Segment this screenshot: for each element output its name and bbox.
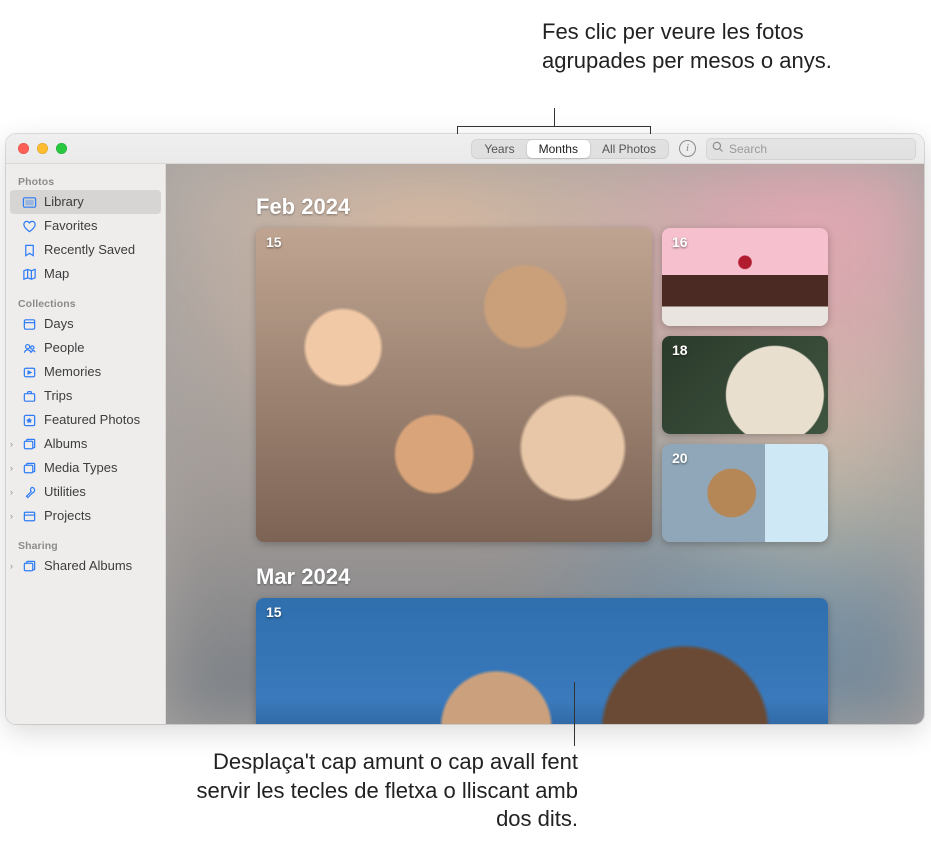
sidebar-item-label: People bbox=[44, 339, 84, 357]
content-area[interactable]: Feb 2024 15 16 18 bbox=[166, 164, 924, 724]
media-types-icon bbox=[22, 461, 37, 476]
sidebar-item-label: Shared Albums bbox=[44, 557, 132, 575]
sidebar-item-label: Trips bbox=[44, 387, 72, 405]
search-input[interactable] bbox=[729, 142, 910, 156]
fullscreen-window-button[interactable] bbox=[56, 143, 67, 154]
callout-text-bottom: Desplaça't cap amunt o cap avall fent se… bbox=[178, 748, 578, 834]
sidebar-item-map[interactable]: Map bbox=[10, 262, 161, 286]
month-grid-feb-2024: 15 16 18 20 bbox=[256, 228, 896, 542]
map-icon bbox=[22, 267, 37, 282]
sidebar-header-collections: Collections bbox=[6, 294, 165, 312]
sidebar-item-people[interactable]: People bbox=[10, 336, 161, 360]
sidebar-item-favorites[interactable]: Favorites bbox=[10, 214, 161, 238]
library-icon bbox=[22, 195, 37, 210]
sidebar-item-label: Albums bbox=[44, 435, 87, 453]
search-field[interactable] bbox=[706, 138, 916, 160]
sidebar-item-label: Days bbox=[44, 315, 74, 333]
month-heading-feb-2024: Feb 2024 bbox=[256, 194, 896, 220]
projects-icon bbox=[22, 509, 37, 524]
info-button[interactable]: i bbox=[679, 140, 696, 157]
sidebar-item-label: Utilities bbox=[44, 483, 86, 501]
sidebar-item-label: Featured Photos bbox=[44, 411, 140, 429]
photo-card[interactable]: 18 bbox=[662, 336, 828, 434]
day-badge: 16 bbox=[672, 234, 688, 250]
sidebar-item-memories[interactable]: Memories bbox=[10, 360, 161, 384]
sidebar: Photos Library Favorites Recently Saved bbox=[6, 164, 166, 724]
chevron-right-icon: › bbox=[10, 459, 13, 477]
photo-card[interactable]: 16 bbox=[662, 228, 828, 326]
albums-icon bbox=[22, 437, 37, 452]
tab-months[interactable]: Months bbox=[527, 140, 590, 158]
close-window-button[interactable] bbox=[18, 143, 29, 154]
sidebar-item-recently-saved[interactable]: Recently Saved bbox=[10, 238, 161, 262]
bookmark-icon bbox=[22, 243, 37, 258]
window-controls bbox=[6, 143, 67, 154]
chevron-right-icon: › bbox=[10, 557, 13, 575]
people-icon bbox=[22, 341, 37, 356]
sidebar-item-projects[interactable]: › Projects bbox=[10, 504, 161, 528]
day-badge: 18 bbox=[672, 342, 688, 358]
view-segmented-control: Years Months All Photos bbox=[471, 139, 669, 159]
heart-icon bbox=[22, 219, 37, 234]
sidebar-item-shared-albums[interactable]: › Shared Albums bbox=[10, 554, 161, 578]
shared-albums-icon bbox=[22, 559, 37, 574]
chevron-right-icon: › bbox=[10, 435, 13, 453]
memories-icon bbox=[22, 365, 37, 380]
search-icon bbox=[712, 140, 724, 158]
month-heading-mar-2024: Mar 2024 bbox=[256, 564, 896, 590]
sidebar-item-label: Media Types bbox=[44, 459, 117, 477]
star-square-icon bbox=[22, 413, 37, 428]
sidebar-item-label: Map bbox=[44, 265, 69, 283]
utilities-icon bbox=[22, 485, 37, 500]
calendar-icon bbox=[22, 317, 37, 332]
minimize-window-button[interactable] bbox=[37, 143, 48, 154]
sidebar-item-label: Favorites bbox=[44, 217, 97, 235]
sidebar-header-sharing: Sharing bbox=[6, 536, 165, 554]
callout-line-bottom bbox=[574, 682, 575, 746]
photo-thumbnail bbox=[256, 228, 652, 542]
sidebar-item-library[interactable]: Library bbox=[10, 190, 161, 214]
callout-text-top: Fes clic per veure les fotos agrupades p… bbox=[542, 18, 882, 75]
sidebar-item-label: Projects bbox=[44, 507, 91, 525]
callout-bracket-top bbox=[457, 108, 651, 136]
sidebar-item-featured[interactable]: Featured Photos bbox=[10, 408, 161, 432]
photo-thumbnail bbox=[256, 598, 828, 724]
tab-all-photos[interactable]: All Photos bbox=[590, 140, 668, 158]
sidebar-item-trips[interactable]: Trips bbox=[10, 384, 161, 408]
sidebar-item-label: Library bbox=[44, 193, 84, 211]
sidebar-item-days[interactable]: Days bbox=[10, 312, 161, 336]
sidebar-item-utilities[interactable]: › Utilities bbox=[10, 480, 161, 504]
tab-years[interactable]: Years bbox=[472, 140, 526, 158]
titlebar: Years Months All Photos i bbox=[6, 134, 924, 164]
photo-card[interactable]: 15 bbox=[256, 598, 828, 724]
day-badge: 15 bbox=[266, 604, 282, 620]
photo-card[interactable]: 20 bbox=[662, 444, 828, 542]
sidebar-header-photos: Photos bbox=[6, 172, 165, 190]
day-badge: 20 bbox=[672, 450, 688, 466]
day-badge: 15 bbox=[266, 234, 282, 250]
photo-card[interactable]: 15 bbox=[256, 228, 652, 542]
app-window: Years Months All Photos i Photos Library bbox=[6, 134, 924, 724]
sidebar-item-media-types[interactable]: › Media Types bbox=[10, 456, 161, 480]
suitcase-icon bbox=[22, 389, 37, 404]
chevron-right-icon: › bbox=[10, 507, 13, 525]
sidebar-item-label: Memories bbox=[44, 363, 101, 381]
chevron-right-icon: › bbox=[10, 483, 13, 501]
sidebar-item-albums[interactable]: › Albums bbox=[10, 432, 161, 456]
sidebar-item-label: Recently Saved bbox=[44, 241, 135, 259]
